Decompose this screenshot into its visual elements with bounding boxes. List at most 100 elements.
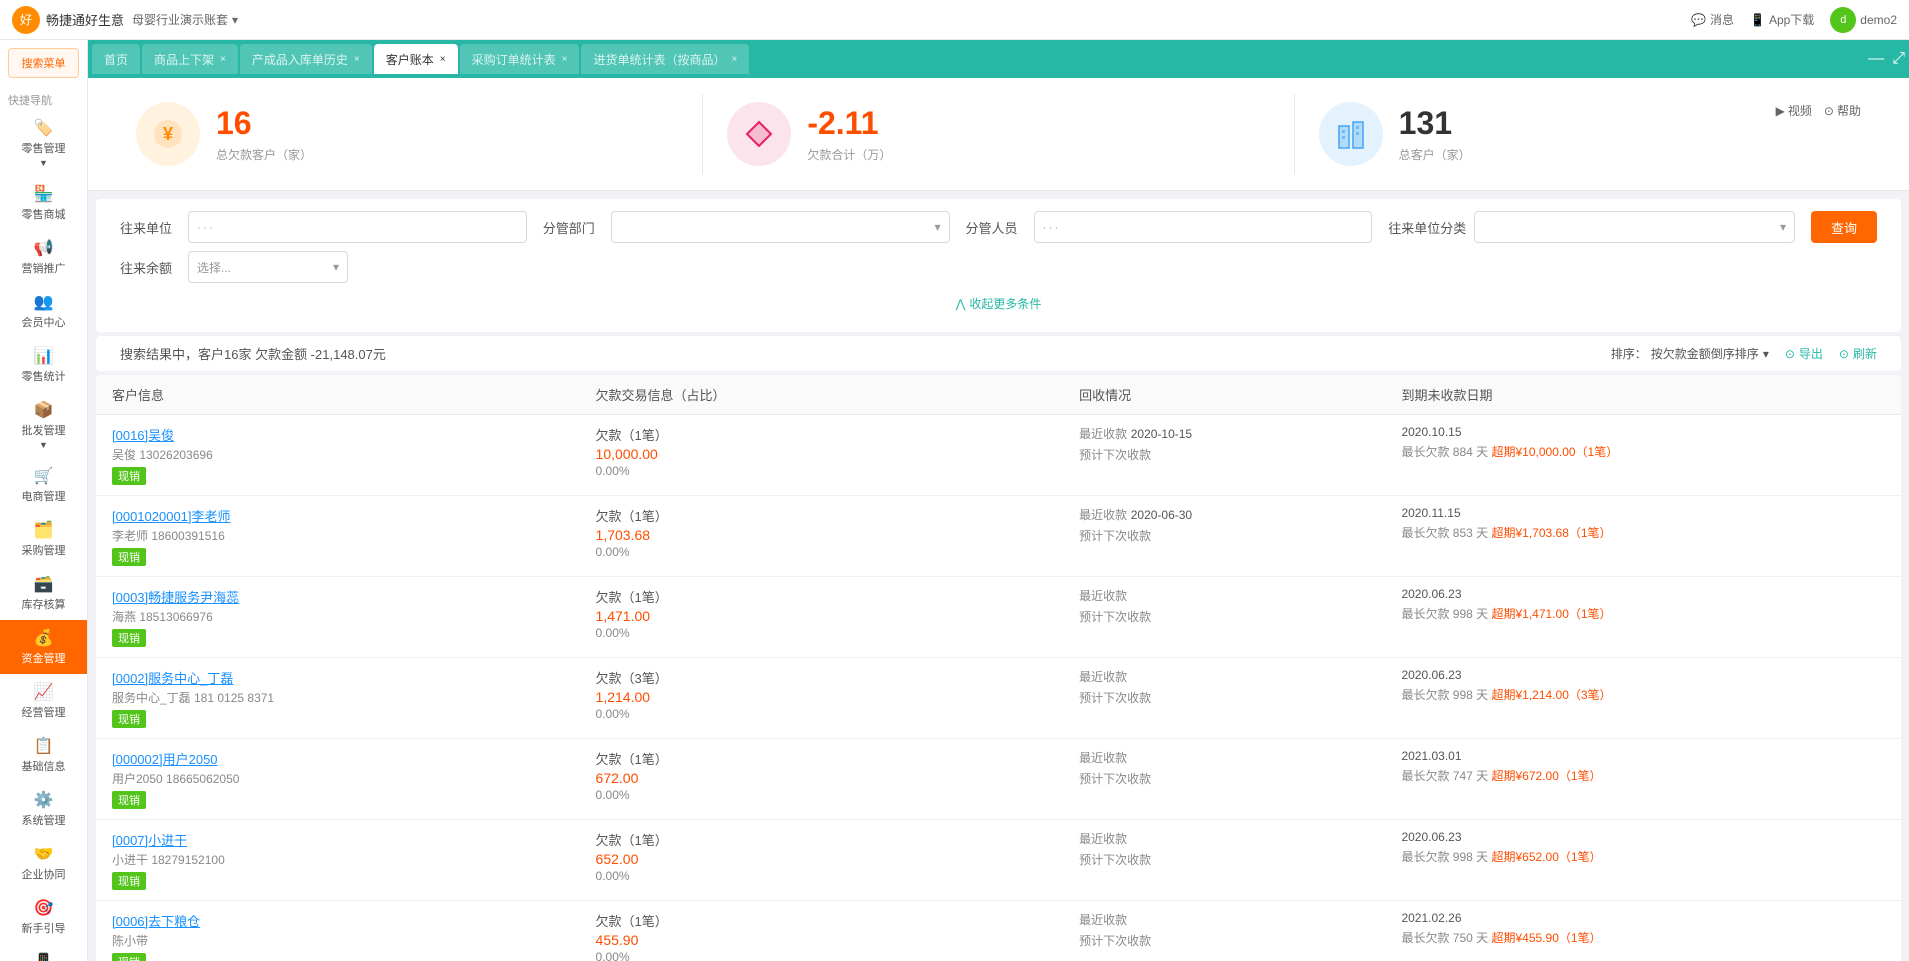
source-unit-input[interactable]: ··· <box>188 211 527 243</box>
sidebar-item-member[interactable]: 👥 会员中心 <box>0 284 87 338</box>
overdue-days: 最长欠款 750 天 超期¥455.90（1笔） <box>1401 929 1885 946</box>
tab-goods-stats-label: 进货单统计表（按商品） <box>593 51 725 68</box>
sidebar-item-basic-info[interactable]: 📋 基础信息 <box>0 728 87 782</box>
dept-label: 分管部门 <box>543 218 603 237</box>
customer-name-link[interactable]: [000002]用户2050 <box>112 749 596 768</box>
overdue-link[interactable]: 超期¥1,214.00（3笔） <box>1491 688 1611 702</box>
overdue-link[interactable]: 超期¥672.00（1笔） <box>1491 769 1601 783</box>
sidebar-item-marketing[interactable]: 📢 营销推广 <box>0 230 87 284</box>
overdue-link[interactable]: 超期¥455.90（1笔） <box>1491 931 1601 945</box>
balance-value: 选择... <box>197 259 231 276</box>
customer-name-link[interactable]: [0007]小进干 <box>112 830 596 849</box>
recovery-date: 2020-10-15 <box>1131 427 1192 441</box>
overdue-link[interactable]: 超期¥10,000.00（1笔） <box>1491 445 1618 459</box>
customer-phone: 陈小带 <box>112 932 596 949</box>
stat-content-1: 16 总欠款客户（家） <box>216 105 678 163</box>
sidebar-item-purchase[interactable]: 🗂️ 采购管理 <box>0 512 87 566</box>
table-row: [0006]去下粮仓 陈小带 现销 欠款（1笔） 455.90 0.00% 最近… <box>96 901 1901 961</box>
sidebar-item-app-center[interactable]: 📱 应用中心 <box>0 944 87 961</box>
customer-name-link[interactable]: [0003]畅捷服务尹海蕊 <box>112 587 596 606</box>
sidebar-item-system[interactable]: ⚙️ 系统管理 <box>0 782 87 836</box>
recovery-next: 预计下次收款 <box>1079 608 1401 625</box>
export-btn[interactable]: ⊙ 导出 <box>1785 345 1823 362</box>
app-label: App下载 <box>1769 11 1814 28</box>
unit-class-select[interactable]: ▾ <box>1474 211 1795 243</box>
retail-stats-label: 零售统计 <box>22 368 66 384</box>
tab-product-offline[interactable]: 商品上下架 × <box>142 44 238 74</box>
overdue-days: 最长欠款 998 天 超期¥1,214.00（3笔） <box>1401 686 1885 703</box>
sidebar-item-finance[interactable]: 💰 资金管理 <box>0 620 87 674</box>
collapse-btn[interactable]: ⋀ 收起更多条件 <box>956 295 1042 312</box>
tab-minimize-btn[interactable]: — <box>1868 50 1884 68</box>
manager-input[interactable]: ··· <box>1034 211 1373 243</box>
recovery-label: 最近收款 <box>1079 508 1127 522</box>
refresh-icon: ⊙ <box>1839 347 1849 361</box>
sidebar-item-ecommerce[interactable]: 🛒 电商管理 <box>0 458 87 512</box>
sidebar-item-batch-mgmt[interactable]: 📦 批发管理 ▼ <box>0 392 87 458</box>
page-body: ¥ 16 总欠款客户（家） <box>88 78 1909 961</box>
sidebar-item-operations[interactable]: 📈 经营管理 <box>0 674 87 728</box>
overdue-link[interactable]: 超期¥652.00（1笔） <box>1491 850 1601 864</box>
customer-name-link[interactable]: [0001020001]李老师 <box>112 506 596 525</box>
recovery-label: 最近收款 <box>1079 427 1127 441</box>
tab-home-label: 首页 <box>104 51 128 68</box>
tab-product-history[interactable]: 产成品入库单历史 × <box>240 44 372 74</box>
sidebar-item-retail-mgmt[interactable]: 🏷️ 零售管理 ▼ <box>0 110 87 176</box>
recovery-info: 最近收款 预计下次收款 <box>1079 749 1401 787</box>
tab-customer-account-close[interactable]: × <box>440 54 446 65</box>
tab-goods-stats-close[interactable]: × <box>731 54 737 65</box>
sidebar-item-new-guide[interactable]: 🎯 新手引导 <box>0 890 87 944</box>
message-btn[interactable]: 💬 消息 <box>1691 11 1734 28</box>
stat-icon-3 <box>1319 102 1383 166</box>
tab-product-offline-close[interactable]: × <box>220 54 226 65</box>
customer-name-link[interactable]: [0016]吴俊 <box>112 425 596 444</box>
debt-count: 欠款（1笔） <box>596 425 1080 444</box>
customer-phone: 海燕 18513066976 <box>112 608 596 625</box>
debt-percent: 0.00% <box>596 707 1080 721</box>
help-label: 帮助 <box>1837 102 1861 119</box>
sort-value: 按欠款金额倒序排序 <box>1651 345 1759 362</box>
tab-goods-stats[interactable]: 进货单统计表（按商品） × <box>581 44 749 74</box>
search-button[interactable]: 查询 <box>1811 211 1877 243</box>
debt-amount: 1,471.00 <box>596 608 1080 624</box>
tab-home[interactable]: 首页 <box>92 44 140 74</box>
filter-dept: 分管部门 ▾ <box>543 211 950 243</box>
overdue-link[interactable]: 超期¥1,703.68（1笔） <box>1491 526 1611 540</box>
sidebar-item-retail-stats[interactable]: 📊 零售统计 <box>0 338 87 392</box>
tab-product-history-close[interactable]: × <box>354 54 360 65</box>
export-label: 导出 <box>1799 345 1823 362</box>
balance-dropdown-icon: ▾ <box>333 260 339 274</box>
sidebar-item-inventory[interactable]: 🗃️ 库存核算 <box>0 566 87 620</box>
refresh-btn[interactable]: ⊙ 刷新 <box>1839 345 1877 362</box>
tab-purchase-stats-close[interactable]: × <box>562 54 568 65</box>
tab-purchase-stats[interactable]: 采购订单统计表 × <box>460 44 580 74</box>
dept-select[interactable]: ▾ <box>611 211 950 243</box>
user-menu[interactable]: d demo2 <box>1830 7 1897 33</box>
sort-select[interactable]: 排序： 按欠款金额倒序排序 ▾ <box>1611 345 1769 362</box>
sidebar-item-retail-mall[interactable]: 🏪 零售商城 <box>0 176 87 230</box>
app-download-btn[interactable]: 📱 App下载 <box>1750 11 1814 28</box>
customer-name-link[interactable]: [0006]去下粮仓 <box>112 911 596 930</box>
stat-card-3: 131 总客户（家） ▶ 视频 ⊙ 帮助 <box>1295 94 1885 174</box>
tab-customer-account[interactable]: 客户账本 × <box>374 44 458 74</box>
recovery-label: 最近收款 <box>1079 751 1127 765</box>
store-selector[interactable]: 母婴行业演示账套 ▾ <box>132 11 238 28</box>
debt-percent: 0.00% <box>596 869 1080 883</box>
recovery-info: 最近收款 预计下次收款 <box>1079 587 1401 625</box>
customer-phone: 李老师 18600391516 <box>112 527 596 544</box>
help-btn[interactable]: ⊙ 帮助 <box>1824 102 1861 119</box>
debt-amount: 672.00 <box>596 770 1080 786</box>
sidebar-search-btn[interactable]: 搜索菜单 <box>8 48 79 78</box>
overdue-info: 2020.10.15 最长欠款 884 天 超期¥10,000.00（1笔） <box>1401 425 1885 460</box>
customer-info: [0006]去下粮仓 陈小带 现销 <box>112 911 596 961</box>
tab-maximize-btn[interactable]: ⤢ <box>1892 50 1905 68</box>
sidebar-item-enterprise[interactable]: 🤝 企业协同 <box>0 836 87 890</box>
customer-tag: 现销 <box>112 791 146 809</box>
debt-percent: 0.00% <box>596 788 1080 802</box>
video-help-btn[interactable]: ▶ 视频 <box>1776 102 1812 119</box>
customer-name-link[interactable]: [0002]服务中心_丁磊 <box>112 668 596 687</box>
overdue-date: 2020.06.23 <box>1401 830 1885 844</box>
overdue-link[interactable]: 超期¥1,471.00（1笔） <box>1491 607 1611 621</box>
sort-dropdown-icon: ▾ <box>1763 347 1769 361</box>
balance-select[interactable]: 选择... ▾ <box>188 251 348 283</box>
